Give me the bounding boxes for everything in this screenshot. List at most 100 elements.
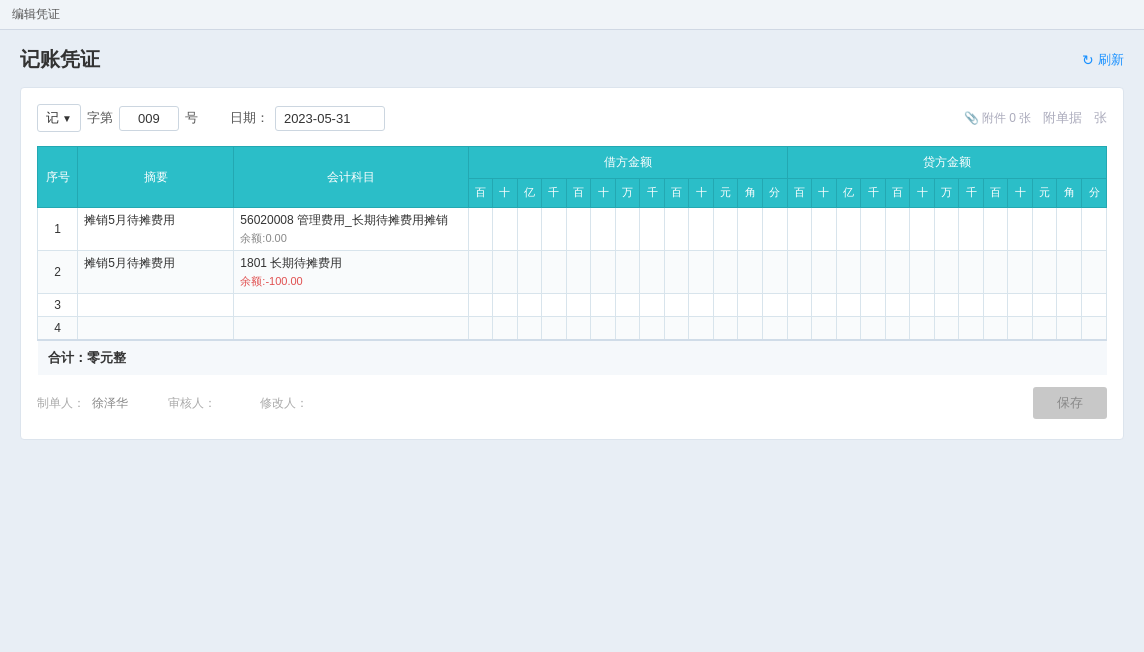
row-2-credit-12[interactable] <box>1082 294 1107 317</box>
row-1-credit-1[interactable] <box>812 251 837 294</box>
row-3-credit-8[interactable] <box>983 317 1008 341</box>
row-0-credit-8[interactable] <box>983 208 1008 251</box>
row-2-debit-2[interactable] <box>517 294 542 317</box>
row-3-debit-12[interactable] <box>762 317 787 341</box>
row-3-credit-2[interactable] <box>836 317 861 341</box>
row-3-debit-5[interactable] <box>591 317 616 341</box>
row-summary-1[interactable]: 摊销5月待摊费用 <box>78 251 234 294</box>
row-2-debit-7[interactable] <box>640 294 665 317</box>
row-2-credit-4[interactable] <box>885 294 910 317</box>
row-3-debit-10[interactable] <box>713 317 738 341</box>
row-1-debit-9[interactable] <box>689 251 714 294</box>
date-input[interactable] <box>275 106 385 131</box>
row-2-debit-9[interactable] <box>689 294 714 317</box>
row-3-credit-3[interactable] <box>861 317 886 341</box>
row-1-credit-6[interactable] <box>934 251 959 294</box>
row-1-debit-11[interactable] <box>738 251 763 294</box>
row-0-credit-2[interactable] <box>836 208 861 251</box>
row-summary-3[interactable] <box>78 317 234 341</box>
row-0-credit-4[interactable] <box>885 208 910 251</box>
row-1-credit-12[interactable] <box>1082 251 1107 294</box>
row-3-debit-9[interactable] <box>689 317 714 341</box>
row-0-credit-7[interactable] <box>959 208 984 251</box>
row-3-debit-3[interactable] <box>542 317 567 341</box>
row-1-credit-7[interactable] <box>959 251 984 294</box>
row-0-debit-0[interactable] <box>468 208 493 251</box>
row-2-debit-11[interactable] <box>738 294 763 317</box>
row-1-debit-1[interactable] <box>493 251 518 294</box>
row-2-credit-8[interactable] <box>983 294 1008 317</box>
row-2-credit-11[interactable] <box>1057 294 1082 317</box>
row-3-debit-7[interactable] <box>640 317 665 341</box>
row-summary-0[interactable]: 摊销5月待摊费用 <box>78 208 234 251</box>
row-1-debit-2[interactable] <box>517 251 542 294</box>
row-2-credit-0[interactable] <box>787 294 812 317</box>
row-0-debit-12[interactable] <box>762 208 787 251</box>
row-3-credit-4[interactable] <box>885 317 910 341</box>
row-0-debit-7[interactable] <box>640 208 665 251</box>
row-0-credit-1[interactable] <box>812 208 837 251</box>
row-account-0[interactable]: 56020008 管理费用_长期待摊费用摊销余额:0.00 <box>234 208 468 251</box>
row-2-debit-4[interactable] <box>566 294 591 317</box>
row-1-credit-9[interactable] <box>1008 251 1033 294</box>
row-3-credit-1[interactable] <box>812 317 837 341</box>
row-1-debit-7[interactable] <box>640 251 665 294</box>
row-0-credit-11[interactable] <box>1057 208 1082 251</box>
row-1-credit-3[interactable] <box>861 251 886 294</box>
row-1-debit-0[interactable] <box>468 251 493 294</box>
row-2-debit-10[interactable] <box>713 294 738 317</box>
row-0-credit-0[interactable] <box>787 208 812 251</box>
row-2-debit-8[interactable] <box>664 294 689 317</box>
row-3-debit-2[interactable] <box>517 317 542 341</box>
row-2-credit-1[interactable] <box>812 294 837 317</box>
row-1-credit-11[interactable] <box>1057 251 1082 294</box>
row-1-credit-4[interactable] <box>885 251 910 294</box>
row-1-debit-3[interactable] <box>542 251 567 294</box>
row-0-credit-3[interactable] <box>861 208 886 251</box>
refresh-button[interactable]: ↻ 刷新 <box>1082 51 1124 69</box>
row-1-debit-12[interactable] <box>762 251 787 294</box>
row-0-debit-8[interactable] <box>664 208 689 251</box>
row-3-credit-9[interactable] <box>1008 317 1033 341</box>
row-2-debit-5[interactable] <box>591 294 616 317</box>
row-3-credit-7[interactable] <box>959 317 984 341</box>
row-2-credit-6[interactable] <box>934 294 959 317</box>
row-2-debit-6[interactable] <box>615 294 640 317</box>
row-1-debit-4[interactable] <box>566 251 591 294</box>
row-2-debit-1[interactable] <box>493 294 518 317</box>
row-3-credit-12[interactable] <box>1082 317 1107 341</box>
row-account-2[interactable] <box>234 294 468 317</box>
row-account-1[interactable]: 1801 长期待摊费用余额:-100.00 <box>234 251 468 294</box>
row-3-credit-11[interactable] <box>1057 317 1082 341</box>
row-0-debit-9[interactable] <box>689 208 714 251</box>
row-3-debit-0[interactable] <box>468 317 493 341</box>
row-0-credit-9[interactable] <box>1008 208 1033 251</box>
row-0-credit-6[interactable] <box>934 208 959 251</box>
row-3-credit-0[interactable] <box>787 317 812 341</box>
row-1-credit-0[interactable] <box>787 251 812 294</box>
type-dropdown[interactable]: 记 ▼ <box>37 104 81 132</box>
row-2-credit-3[interactable] <box>861 294 886 317</box>
row-1-credit-10[interactable] <box>1032 251 1057 294</box>
row-1-debit-10[interactable] <box>713 251 738 294</box>
row-0-debit-11[interactable] <box>738 208 763 251</box>
row-0-debit-1[interactable] <box>493 208 518 251</box>
row-3-credit-6[interactable] <box>934 317 959 341</box>
row-3-debit-1[interactable] <box>493 317 518 341</box>
voucher-number-input[interactable] <box>119 106 179 131</box>
row-1-debit-8[interactable] <box>664 251 689 294</box>
row-2-credit-9[interactable] <box>1008 294 1033 317</box>
row-0-debit-6[interactable] <box>615 208 640 251</box>
save-button[interactable]: 保存 <box>1033 387 1107 419</box>
row-0-credit-5[interactable] <box>910 208 935 251</box>
row-0-debit-5[interactable] <box>591 208 616 251</box>
row-0-debit-4[interactable] <box>566 208 591 251</box>
row-3-debit-6[interactable] <box>615 317 640 341</box>
row-0-debit-3[interactable] <box>542 208 567 251</box>
row-1-credit-5[interactable] <box>910 251 935 294</box>
row-0-debit-2[interactable] <box>517 208 542 251</box>
row-3-credit-10[interactable] <box>1032 317 1057 341</box>
row-2-credit-5[interactable] <box>910 294 935 317</box>
attach-doc-label[interactable]: 附单据 <box>1043 109 1082 127</box>
row-3-debit-4[interactable] <box>566 317 591 341</box>
